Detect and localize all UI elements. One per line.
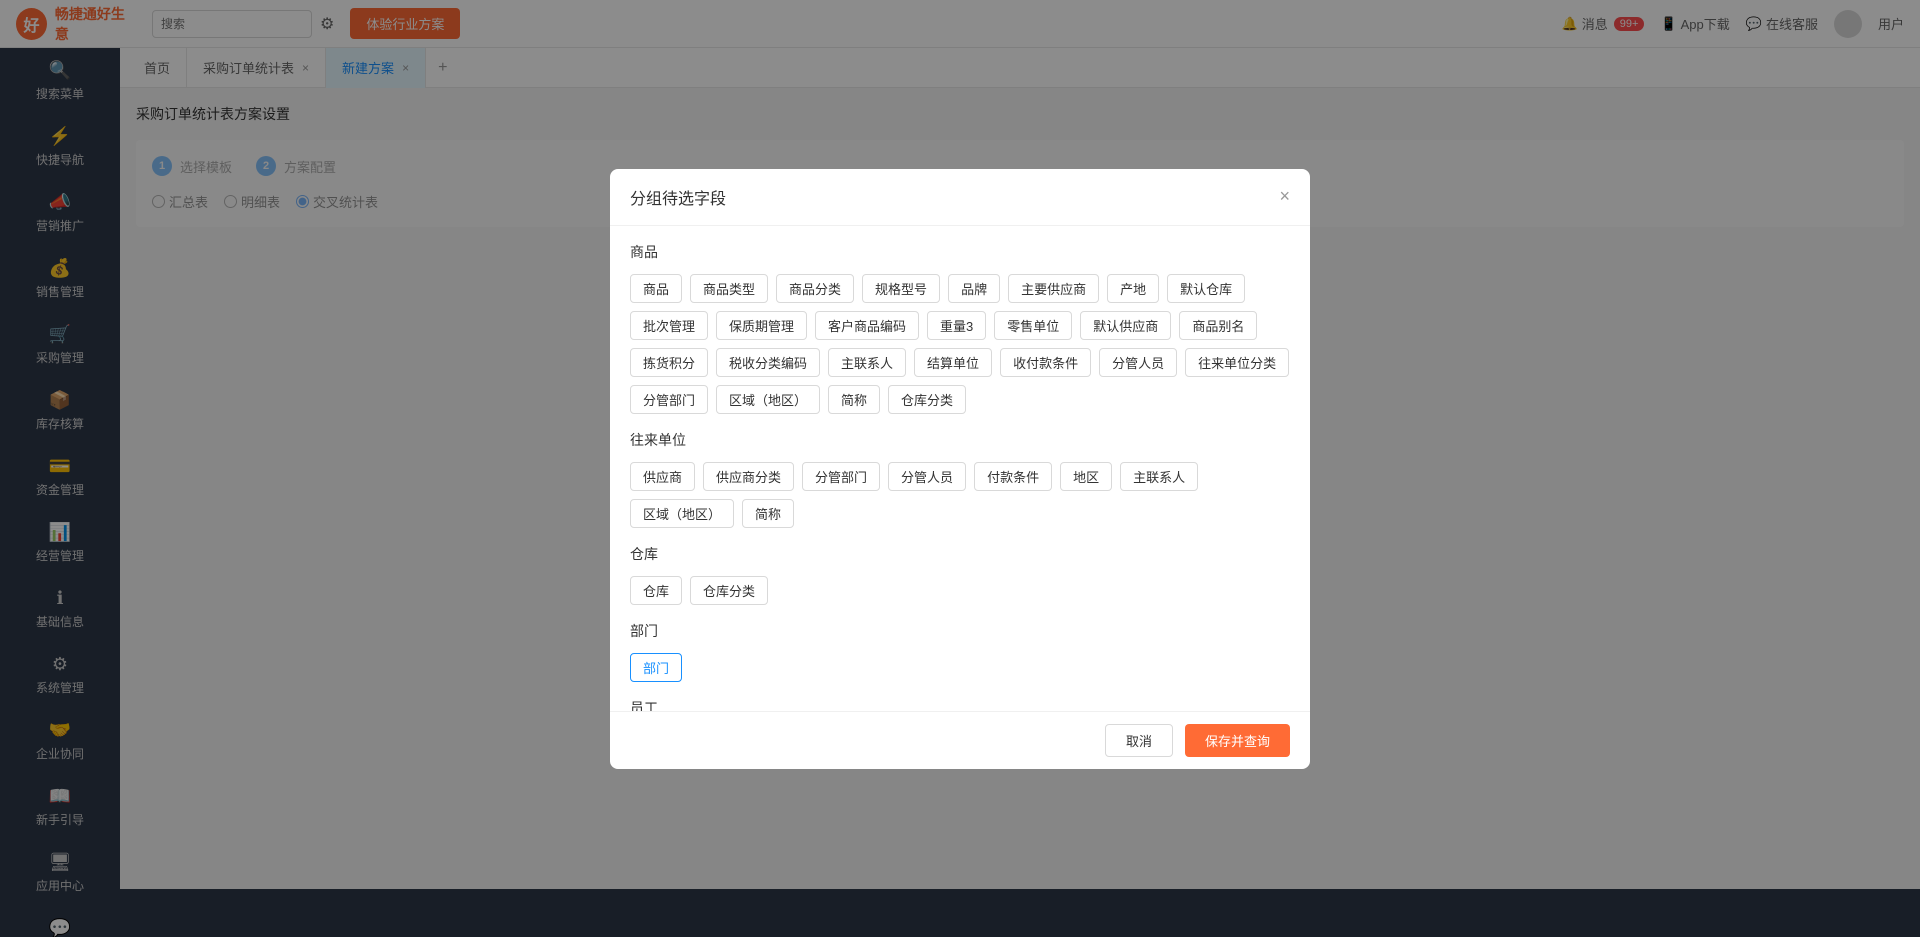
field-product[interactable]: 商品 [630, 274, 682, 303]
field-region[interactable]: 区域（地区） [716, 385, 820, 414]
field-supplier-category[interactable]: 供应商分类 [703, 462, 794, 491]
field-retail-unit[interactable]: 零售单位 [994, 311, 1072, 340]
warehouse-field-grid: 仓库 仓库分类 [630, 576, 1290, 605]
field-partner-dept[interactable]: 分管部门 [802, 462, 880, 491]
field-department[interactable]: 部门 [630, 653, 682, 682]
field-product-alias[interactable]: 商品别名 [1179, 311, 1257, 340]
modal-title: 分组待选字段 [630, 185, 726, 209]
field-partner-contact[interactable]: 主联系人 [1120, 462, 1198, 491]
field-customer-code[interactable]: 客户商品编码 [815, 311, 919, 340]
cancel-button[interactable]: 取消 [1105, 724, 1173, 757]
field-shelf-life[interactable]: 保质期管理 [716, 311, 807, 340]
field-payment-terms[interactable]: 收付款条件 [1000, 348, 1091, 377]
field-default-warehouse[interactable]: 默认仓库 [1167, 274, 1245, 303]
section-dept-title: 部门 [630, 621, 1290, 641]
field-supervisor[interactable]: 分管人员 [1099, 348, 1177, 377]
field-warehouse[interactable]: 仓库 [630, 576, 682, 605]
section-warehouse-title: 仓库 [630, 544, 1290, 564]
field-weight[interactable]: 重量3 [927, 311, 986, 340]
field-main-supplier[interactable]: 主要供应商 [1008, 274, 1099, 303]
field-short-name[interactable]: 简称 [828, 385, 880, 414]
modal-footer: 取消 保存并查询 [610, 711, 1310, 769]
field-main-contact[interactable]: 主联系人 [828, 348, 906, 377]
section-employee-title: 员工 [630, 698, 1290, 711]
modal-dialog: 分组待选字段 × 商品 商品 商品类型 商品分类 规格型号 品牌 主要供应商 产… [610, 169, 1310, 769]
field-supplier[interactable]: 供应商 [630, 462, 695, 491]
field-pick-points[interactable]: 拣货积分 [630, 348, 708, 377]
section-product-title: 商品 [630, 242, 1290, 262]
field-partner-supervisor[interactable]: 分管人员 [888, 462, 966, 491]
field-tax-code[interactable]: 税收分类编码 [716, 348, 820, 377]
field-origin[interactable]: 产地 [1107, 274, 1159, 303]
field-warehouse-cat[interactable]: 仓库分类 [690, 576, 768, 605]
product-field-grid: 商品 商品类型 商品分类 规格型号 品牌 主要供应商 产地 默认仓库 批次管理 … [630, 274, 1290, 414]
partner-field-grid: 供应商 供应商分类 分管部门 分管人员 付款条件 地区 主联系人 区域（地区） … [630, 462, 1290, 528]
field-partner-region[interactable]: 区域（地区） [630, 499, 734, 528]
modal-overlay: 分组待选字段 × 商品 商品 商品类型 商品分类 规格型号 品牌 主要供应商 产… [0, 0, 1920, 937]
field-partner-category[interactable]: 往来单位分类 [1185, 348, 1289, 377]
field-dept[interactable]: 分管部门 [630, 385, 708, 414]
field-settlement-unit[interactable]: 结算单位 [914, 348, 992, 377]
field-spec-model[interactable]: 规格型号 [862, 274, 940, 303]
dept-field-grid: 部门 [630, 653, 1290, 682]
section-partner-title: 往来单位 [630, 430, 1290, 450]
field-brand[interactable]: 品牌 [948, 274, 1000, 303]
field-area[interactable]: 地区 [1060, 462, 1112, 491]
modal-header: 分组待选字段 × [610, 169, 1310, 226]
confirm-button[interactable]: 保存并查询 [1185, 724, 1290, 757]
field-warehouse-category[interactable]: 仓库分类 [888, 385, 966, 414]
field-payment-condition[interactable]: 付款条件 [974, 462, 1052, 491]
modal-body: 商品 商品 商品类型 商品分类 规格型号 品牌 主要供应商 产地 默认仓库 批次… [610, 226, 1310, 711]
field-product-type[interactable]: 商品类型 [690, 274, 768, 303]
field-batch-mgmt[interactable]: 批次管理 [630, 311, 708, 340]
field-partner-short[interactable]: 简称 [742, 499, 794, 528]
field-default-supplier[interactable]: 默认供应商 [1080, 311, 1171, 340]
modal-close-button[interactable]: × [1279, 186, 1290, 207]
field-product-category[interactable]: 商品分类 [776, 274, 854, 303]
